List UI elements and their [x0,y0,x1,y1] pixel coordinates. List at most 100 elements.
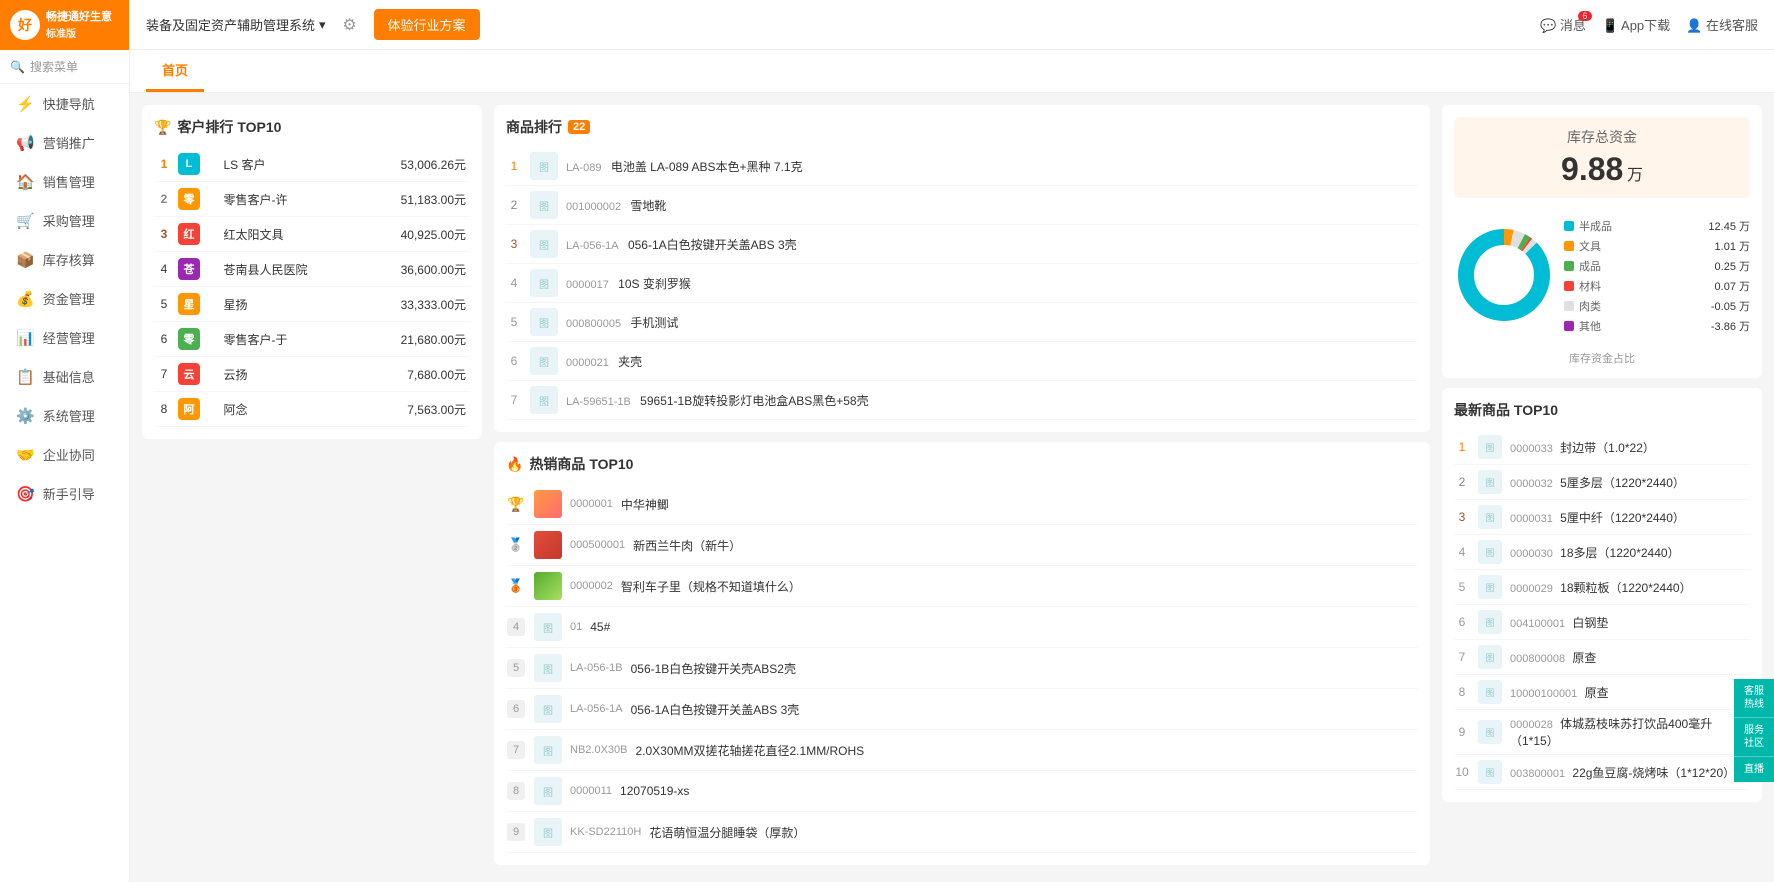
customer-rank-row: 4 苍 苍南县人民医院 36,600.00元 [154,252,470,287]
new-product-item: 7 图 000800008 原查 [1454,640,1750,675]
prod-info: LA-056-1A 056-1A白色按键开关盖ABS 3壳 [566,236,1418,253]
new-product-item: 2 图 0000032 5厘多层（1220*2440） [1454,465,1750,500]
system-icon: ⚙️ [16,407,35,425]
rank-number-badge: 6 [507,700,525,718]
rank-number: 1 [154,147,174,182]
prod-info: 001000002 雪地靴 [566,197,1418,214]
trophy-icon: 🏆 [154,119,171,136]
prod-name: 电池盖 LA-089 ABS本色+黑种 7.1克 [611,160,803,174]
product-image-placeholder: 图 [534,695,562,723]
prod-rank-number: 3 [506,237,522,251]
new-prod-image: 图 [1478,680,1502,704]
sidebar-item-quick-nav[interactable]: ⚡ 快捷导航 [0,84,129,123]
customer-amount: 40,925.00元 [359,217,470,252]
new-product-item: 4 图 0000030 18多层（1220*2440） [1454,535,1750,570]
customer-avatar: 阿 [178,398,200,420]
hot-prod-name: 45# [590,620,610,634]
legend-dot [1564,301,1574,311]
product-image-placeholder: 图 [534,777,562,805]
customer-amount: 51,183.00元 [359,182,470,217]
new-prod-info: 10000100001 原查 [1510,684,1750,701]
dropdown-arrow-icon: ▾ [319,17,326,33]
legend-value: 0.25 万 [1715,258,1750,274]
float-customer-service: 客服热线 服务社区 直播 [1734,679,1774,782]
cs-hotline-btn[interactable]: 客服热线 [1734,679,1774,718]
message-badge: 6 [1578,11,1592,21]
hot-prod-code: 0000011 [570,785,612,797]
legend-label: 材料 [1579,278,1601,294]
trial-button[interactable]: 体验行业方案 [374,9,480,40]
sidebar-item-enterprise[interactable]: 🤝 企业协同 [0,435,129,474]
product-image-placeholder: 图 [534,613,562,641]
legend-label: 半成品 [1579,218,1612,234]
hot-prod-name: 12070519-xs [620,784,689,798]
hot-prod-code: 000500001 [570,539,625,551]
sidebar-item-finance[interactable]: 💰 资金管理 [0,279,129,318]
guide-icon: 🎯 [16,485,35,503]
customer-name: 苍南县人民医院 [219,252,358,287]
basic-info-label: 基础信息 [43,367,95,386]
hot-prod-code: LA-056-1B [570,662,623,674]
prod-code: 0000021 [566,357,609,369]
sidebar-item-sales[interactable]: 🏠 销售管理 [0,162,129,201]
customer-name: 云扬 [219,357,358,392]
prod-image-placeholder: 图 [530,308,558,336]
hot-product-item: 4 图 01 45# [506,607,1418,648]
new-prod-rank: 1 [1454,440,1470,454]
hot-prod-code: 0000002 [570,580,613,592]
hot-icon: 🔥 [506,456,523,473]
sidebar-item-inventory[interactable]: 📦 库存核算 [0,240,129,279]
cs-live-btn[interactable]: 直播 [1734,757,1774,782]
new-prod-image: 图 [1478,435,1502,459]
system-label: 系统管理 [43,406,95,425]
legend-label: 文具 [1579,238,1601,254]
customer-rank-row: 3 红 红太阳文具 40,925.00元 [154,217,470,252]
legend-item: 材料 0.07 万 [1564,276,1750,296]
sidebar-search[interactable]: 🔍 搜索菜单 [0,50,129,84]
customer-rank-row: 2 零 零售客户-许 51,183.00元 [154,182,470,217]
customer-name: 零售客户-许 [219,182,358,217]
message-button[interactable]: 💬 消息 6 [1540,15,1586,34]
new-prod-info: 0000028 体城荔枝味苏打饮品400毫升（1*15） [1510,715,1750,749]
sidebar-item-operations[interactable]: 📊 经营管理 [0,318,129,357]
sidebar-item-purchase[interactable]: 🛒 采购管理 [0,201,129,240]
rank-icon: 🥈 [506,535,526,555]
prod-image-placeholder: 图 [530,347,558,375]
hot-prod-name: 056-1A白色按键开关盖ABS 3壳 [631,701,800,718]
sidebar-item-basic-info[interactable]: 📋 基础信息 [0,357,129,396]
prod-rank-number: 7 [506,393,522,407]
new-products-card: 最新商品 TOP10 1 图 0000033 封边带（1.0*22） 2 图 0… [1442,388,1762,802]
hot-product-item: 9 图 KK-SD22110H 花语萌恒温分腿睡袋（厚款） [506,812,1418,853]
product-image-placeholder: 图 [534,654,562,682]
sidebar-logo: 好 畅捷通好生意 标准版 [0,0,129,50]
inventory-label: 库存总资金 [1464,127,1740,147]
rank-number: 7 [154,357,174,392]
new-prod-info: 0000032 5厘多层（1220*2440） [1510,474,1750,491]
tab-home[interactable]: 首页 [146,50,204,92]
sidebar-item-marketing[interactable]: 📢 营销推广 [0,123,129,162]
customer-rank-row: 7 云 云扬 7,680.00元 [154,357,470,392]
sidebar-item-guide[interactable]: 🎯 新手引导 [0,474,129,513]
system-selector[interactable]: 装备及固定资产辅助管理系统 ▾ [146,15,326,34]
operations-icon: 📊 [16,329,35,347]
system-title: 装备及固定资产辅助管理系统 [146,15,315,34]
product-rank-item: 7 图 LA-59651-1B 59651-1B旋转投影灯电池盒ABS黑色+58… [506,381,1418,420]
prod-code: 000800005 [566,318,621,330]
customer-name: 星扬 [219,287,358,322]
prod-rank-number: 1 [506,159,522,173]
hot-products-list: 🏆 0000001 中华神鲫 🥈 000500001 新西兰牛肉（新牛） 🥉 0… [506,484,1418,853]
new-product-item: 8 图 10000100001 原查 [1454,675,1750,710]
right-column: 库存总资金 9.88 万 [1442,105,1762,870]
sidebar-item-system[interactable]: ⚙️ 系统管理 [0,396,129,435]
hot-product-item: 🥈 000500001 新西兰牛肉（新牛） [506,525,1418,566]
hot-products-title: 🔥 热销商品 TOP10 [506,454,1418,474]
app-download-button[interactable]: 📱 App下载 [1602,15,1670,34]
hot-prod-code: 01 [570,621,582,633]
purchase-label: 采购管理 [43,211,95,230]
online-service-button[interactable]: 👤 在线客服 [1686,15,1758,34]
cs-community-btn[interactable]: 服务社区 [1734,718,1774,757]
product-image-placeholder: 图 [534,736,562,764]
new-prod-image: 图 [1478,575,1502,599]
settings-button[interactable]: ⚙ [336,11,364,39]
prod-rank-number: 2 [506,198,522,212]
